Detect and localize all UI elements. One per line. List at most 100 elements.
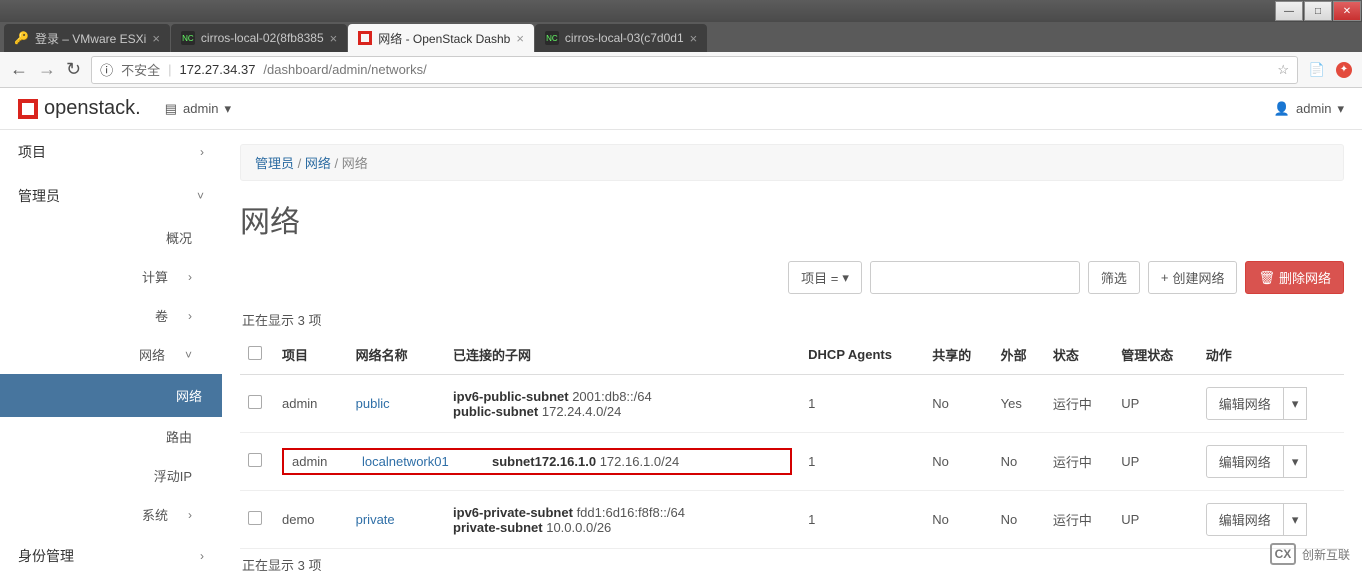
sidebar-item-floating-ips[interactable]: 浮动IP [0,456,222,495]
sidebar-item-routers[interactable]: 路由 [0,417,222,456]
reload-button[interactable]: ↻ [66,59,81,80]
extension-icon[interactable]: 📄 [1308,61,1326,79]
col-dhcp[interactable]: DHCP Agents [800,335,924,375]
table-row: demo private ipv6-private-subnet fdd1:6d… [240,491,1344,549]
domain-icon: ▤ [165,101,177,117]
col-subnets[interactable]: 已连接的子网 [445,335,800,375]
network-link[interactable]: private [356,512,395,527]
col-name[interactable]: 网络名称 [348,335,445,375]
cell-shared: No [924,375,992,433]
watermark-text: 创新互联 [1302,546,1350,563]
browser-tab[interactable]: 🔑 登录 – VMware ESXi × [4,24,170,52]
separator: | [168,62,171,77]
breadcrumb-admin[interactable]: 管理员 [255,156,294,171]
col-shared[interactable]: 共享的 [924,335,992,375]
chevron-right-icon: › [188,270,192,284]
cell-shared: No [924,491,992,549]
row-actions-dropdown[interactable]: ▾ [1284,503,1308,536]
chevron-down-icon: ▾ [842,270,849,286]
user-menu[interactable]: 👤 admin ▾ [1274,101,1344,117]
filter-input[interactable] [870,261,1080,294]
window-minimize-button[interactable]: — [1275,1,1303,21]
sidebar-item-label: 网络 [176,386,202,405]
sidebar-item-network-group[interactable]: 网络 ˅ [0,335,222,374]
user-icon: 👤 [1274,101,1290,117]
row-checkbox[interactable] [248,395,262,409]
subnet-name: subnet172.16.1.0 [492,454,596,469]
create-network-button[interactable]: + 创建网络 [1148,261,1238,294]
sidebar: 项目 › 管理员 ˅ 概况 计算 › 卷 › 网络 ˅ 网络 路由 浮动IP [0,130,222,571]
bookmark-star-icon[interactable]: ☆ [1277,62,1289,78]
project-name: admin [183,101,218,116]
row-actions-dropdown[interactable]: ▾ [1284,387,1308,420]
cell-dhcp: 1 [800,375,924,433]
sidebar-item-networks[interactable]: 网络 [0,374,222,417]
back-button[interactable]: ← [10,59,28,80]
cell-external: No [993,491,1045,549]
cell-dhcp: 1 [800,433,924,491]
openstack-icon [358,31,372,45]
sidebar-item-label: 路由 [166,427,192,446]
close-icon[interactable]: × [152,31,160,46]
novnc-icon: NC [545,31,559,45]
networks-table: 项目 网络名称 已连接的子网 DHCP Agents 共享的 外部 状态 管理状… [240,335,1344,549]
close-icon[interactable]: × [330,31,338,46]
sidebar-item-system[interactable]: 系统 › [0,495,222,534]
project-switcher[interactable]: ▤ admin ▾ [165,101,231,117]
subnet-cidr: 2001:db8::/64 [572,389,652,404]
sidebar-item-label: 系统 [142,505,168,524]
sidebar-item-compute[interactable]: 计算 › [0,257,222,296]
trash-icon: 🗑 [1258,270,1275,286]
col-status[interactable]: 状态 [1045,335,1113,375]
subnet-name: private-subnet [453,520,543,535]
cell-shared: No [924,433,992,491]
col-project[interactable]: 项目 [274,335,348,375]
sidebar-item-volume[interactable]: 卷 › [0,296,222,335]
chevron-down-icon: ˅ [185,348,192,362]
close-icon[interactable]: × [690,31,698,46]
browser-tabs: 🔑 登录 – VMware ESXi × NC cirros-local-02(… [0,22,1362,52]
browser-tab[interactable]: NC cirros-local-02(8fb8385 × [171,24,347,52]
adblock-icon[interactable]: ✦ [1336,62,1352,78]
browser-tab[interactable]: NC cirros-local-03(c7d0d1 × [535,24,707,52]
row-checkbox[interactable] [248,511,262,525]
forward-button[interactable]: → [38,59,56,80]
address-bar[interactable]: ⓘ 不安全 | 172.27.34.37/dashboard/admin/net… [91,56,1298,84]
browser-tab-active[interactable]: 网络 - OpenStack Dashb × [348,24,534,52]
cell-status: 运行中 [1045,433,1113,491]
edit-network-button[interactable]: 编辑网络 [1206,445,1284,478]
brand-logo[interactable]: openstack. [18,97,141,120]
address-bar-row: ← → ↻ ⓘ 不安全 | 172.27.34.37/dashboard/adm… [0,52,1362,88]
delete-networks-button[interactable]: 🗑 删除网络 [1245,261,1344,294]
row-checkbox[interactable] [248,453,262,467]
sidebar-item-identity[interactable]: 身份管理 › [0,534,222,578]
network-link[interactable]: localnetwork01 [362,454,492,469]
key-icon: 🔑 [14,31,29,45]
sidebar-item-project[interactable]: 项目 › [0,130,222,174]
sidebar-item-admin[interactable]: 管理员 ˅ [0,174,222,218]
col-external[interactable]: 外部 [993,335,1045,375]
create-network-label: 创建网络 [1172,268,1224,287]
filter-field-button[interactable]: 项目 = ▾ [788,261,862,294]
cell-status: 运行中 [1045,375,1113,433]
subnet-name: ipv6-private-subnet [453,505,573,520]
novnc-icon: NC [181,31,195,45]
tab-title: cirros-local-03(c7d0d1 [565,31,684,45]
filter-button[interactable]: 筛选 [1088,261,1140,294]
subnet-cidr: 172.24.4.0/24 [542,404,622,419]
sidebar-item-label: 浮动IP [154,466,192,485]
sidebar-item-overview[interactable]: 概况 [0,218,222,257]
edit-network-button[interactable]: 编辑网络 [1206,503,1284,536]
close-icon[interactable]: × [516,31,524,46]
tab-title: cirros-local-02(8fb8385 [201,31,324,45]
select-all-checkbox[interactable] [248,346,262,360]
row-actions-dropdown[interactable]: ▾ [1284,445,1308,478]
breadcrumb-network[interactable]: 网络 [305,156,331,171]
col-actions: 动作 [1198,335,1344,375]
window-close-button[interactable]: ✕ [1333,1,1361,21]
col-admin-state[interactable]: 管理状态 [1113,335,1198,375]
edit-network-button[interactable]: 编辑网络 [1206,387,1284,420]
window-maximize-button[interactable]: □ [1304,1,1332,21]
network-link[interactable]: public [356,396,390,411]
sidebar-item-label: 网络 [139,345,165,364]
